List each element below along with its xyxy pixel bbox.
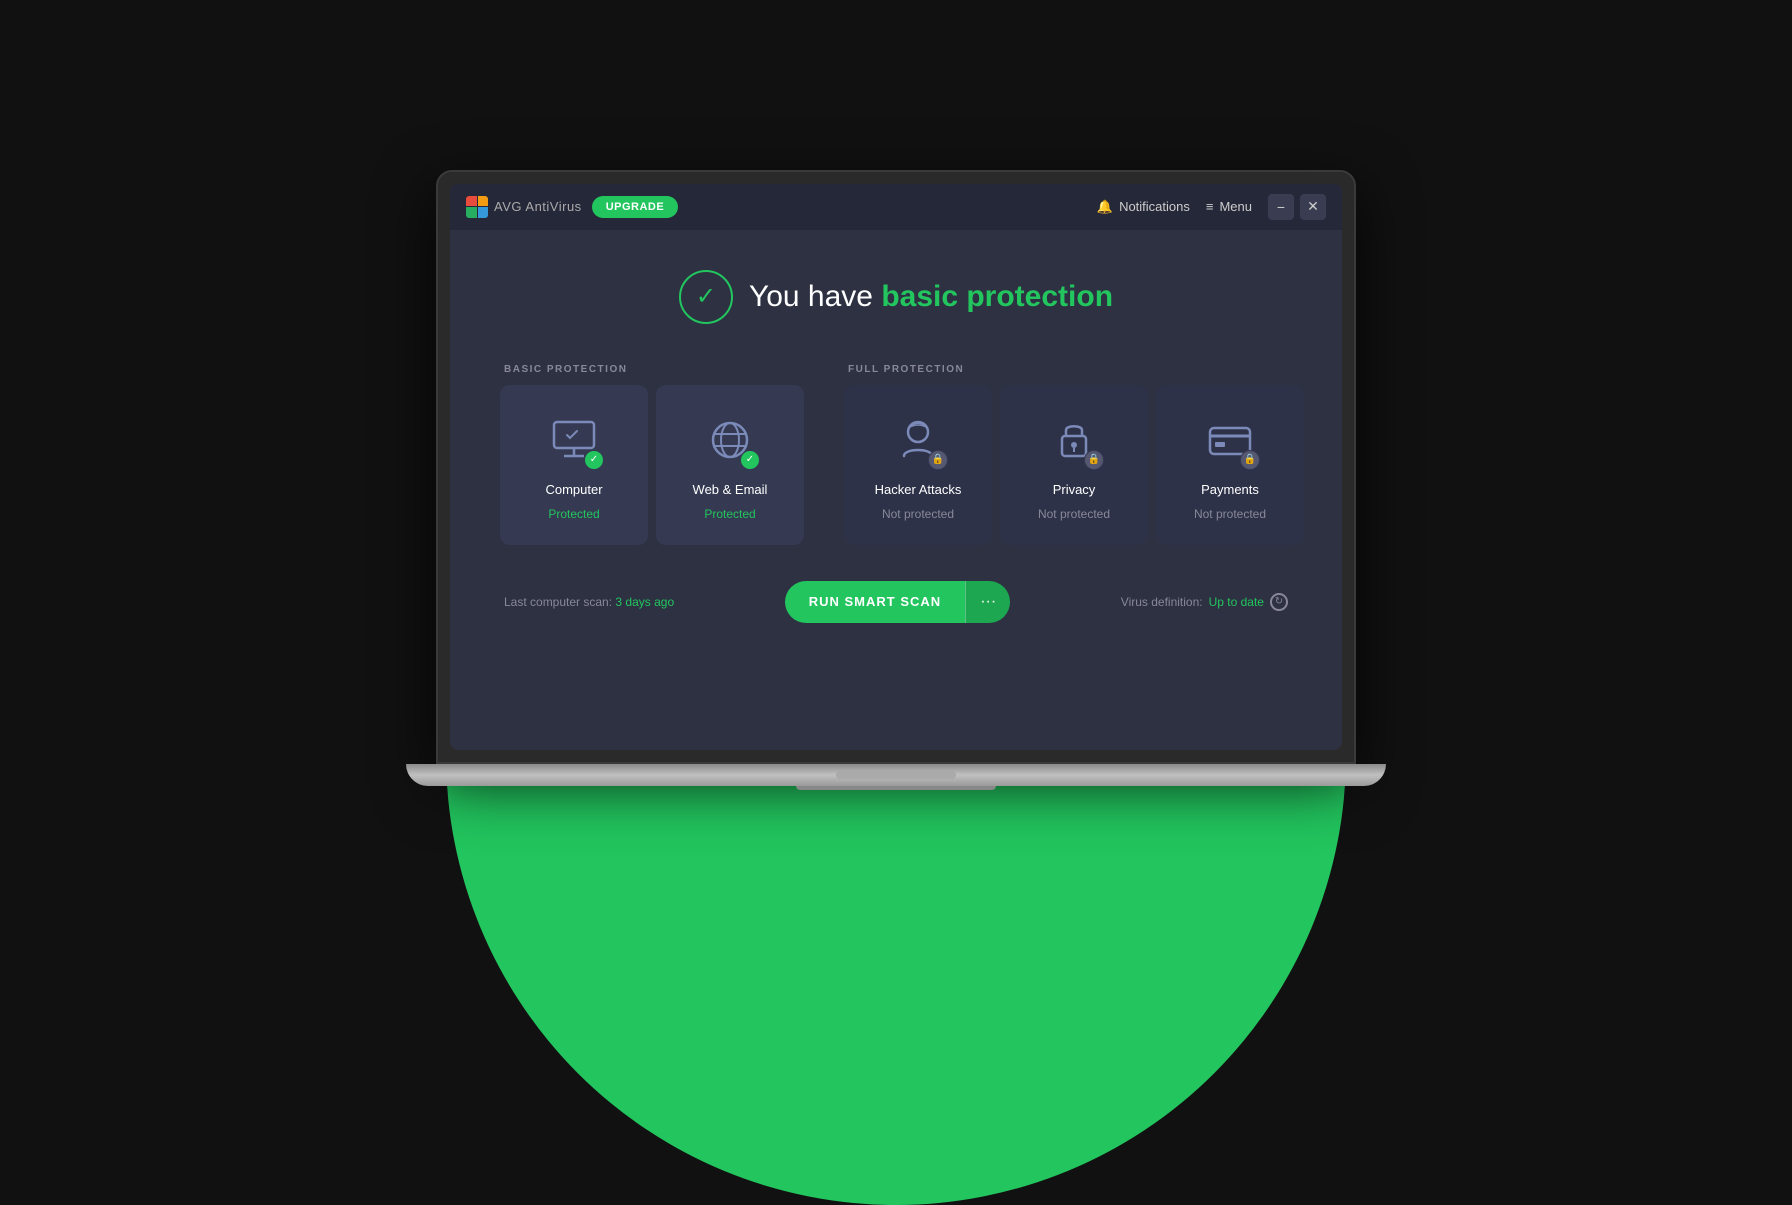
- privacy-icon-wrapper: 🔒: [1042, 408, 1106, 472]
- avg-icon: [466, 196, 488, 218]
- computer-card-name: Computer: [545, 482, 602, 498]
- hacker-badge: 🔒: [928, 450, 948, 470]
- payments-card-name: Payments: [1201, 482, 1259, 498]
- avg-product-name: AntiVirus: [522, 199, 582, 214]
- titlebar-right: 🔔 Notifications ≡ Menu − ✕: [1097, 194, 1326, 220]
- screen-inner: AVG AntiVirus UPGRADE 🔔 Notifications ≡ …: [450, 184, 1342, 750]
- notifications-label: Notifications: [1119, 199, 1190, 214]
- payments-card-status: Not protected: [1194, 507, 1266, 521]
- run-smart-scan-button[interactable]: RUN SMART SCAN: [785, 582, 965, 621]
- hero-accent: basic protection: [881, 280, 1113, 313]
- menu-button[interactable]: ≡ Menu: [1206, 199, 1252, 214]
- payments-icon-wrapper: 🔒: [1198, 408, 1262, 472]
- privacy-card-status: Not protected: [1038, 507, 1110, 521]
- virus-def-status: Up to date: [1209, 595, 1264, 609]
- full-cards-row: 🔒 Hacker Attacks Not protected: [844, 385, 1304, 545]
- web-email-card[interactable]: ✓ Web & Email Protected: [656, 385, 804, 545]
- menu-icon: ≡: [1206, 199, 1214, 214]
- privacy-card-name: Privacy: [1053, 482, 1096, 498]
- payments-badge: 🔒: [1240, 450, 1260, 470]
- computer-card[interactable]: ✓ Computer Protected: [500, 385, 648, 545]
- upgrade-button[interactable]: UPGRADE: [592, 196, 679, 218]
- web-email-card-status: Protected: [704, 507, 755, 521]
- computer-badge: ✓: [584, 450, 604, 470]
- hacker-card-name: Hacker Attacks: [875, 482, 962, 498]
- laptop-screen: AVG AntiVirus UPGRADE 🔔 Notifications ≡ …: [436, 170, 1356, 764]
- basic-protection-label: BASIC PROTECTION: [500, 364, 804, 375]
- window-controls: − ✕: [1268, 194, 1326, 220]
- avg-brand-text: AVG AntiVirus: [494, 199, 582, 214]
- laptop-base-inner: [836, 771, 956, 779]
- computer-card-status: Protected: [548, 507, 599, 521]
- hero-text: You have basic protection: [749, 280, 1113, 314]
- hero-prefix: You have: [749, 280, 881, 313]
- computer-icon-wrapper: ✓: [542, 408, 606, 472]
- full-protection-section: FULL PROTECTION: [844, 364, 1304, 545]
- payments-card[interactable]: 🔒 Payments Not protected: [1156, 385, 1304, 545]
- notifications-button[interactable]: 🔔 Notifications: [1097, 199, 1190, 215]
- hero-check-icon: ✓: [679, 270, 733, 324]
- basic-cards-row: ✓ Computer Protected: [500, 385, 804, 545]
- refresh-button[interactable]: ↻: [1270, 593, 1288, 611]
- hacker-attacks-card[interactable]: 🔒 Hacker Attacks Not protected: [844, 385, 992, 545]
- protection-area: BASIC PROTECTION: [500, 364, 1292, 545]
- laptop-base: [406, 764, 1386, 786]
- privacy-badge: 🔒: [1084, 450, 1104, 470]
- titlebar: AVG AntiVirus UPGRADE 🔔 Notifications ≡ …: [450, 184, 1342, 230]
- scan-more-label: ···: [980, 593, 996, 611]
- web-email-card-name: Web & Email: [693, 482, 768, 498]
- laptop-wrapper: AVG AntiVirus UPGRADE 🔔 Notifications ≡ …: [406, 170, 1386, 786]
- bottom-bar: Last computer scan: 3 days ago RUN SMART…: [500, 581, 1292, 623]
- virus-def-label: Virus definition:: [1121, 595, 1203, 609]
- web-email-badge: ✓: [740, 450, 760, 470]
- menu-label: Menu: [1219, 199, 1252, 214]
- scan-more-button[interactable]: ···: [965, 581, 1010, 623]
- scan-button-group: RUN SMART SCAN ···: [785, 581, 1010, 623]
- last-scan-info: Last computer scan: 3 days ago: [504, 595, 674, 609]
- titlebar-left: AVG AntiVirus UPGRADE: [466, 196, 678, 218]
- virus-definition-info: Virus definition: Up to date ↻: [1121, 593, 1288, 611]
- bell-icon: 🔔: [1097, 199, 1113, 215]
- privacy-card[interactable]: 🔒 Privacy Not protected: [1000, 385, 1148, 545]
- close-button[interactable]: ✕: [1300, 194, 1326, 220]
- hero-section: ✓ You have basic protection: [500, 270, 1292, 324]
- avg-logo: AVG AntiVirus: [466, 196, 582, 218]
- last-scan-value: 3 days ago: [615, 595, 674, 609]
- minimize-button[interactable]: −: [1268, 194, 1294, 220]
- basic-protection-section: BASIC PROTECTION: [500, 364, 804, 545]
- last-scan-label: Last computer scan:: [504, 595, 612, 609]
- main-content: ✓ You have basic protection BASIC PROTEC…: [450, 230, 1342, 750]
- full-protection-label: FULL PROTECTION: [844, 364, 1304, 375]
- web-email-icon-wrapper: ✓: [698, 408, 762, 472]
- avg-brand-name: AVG: [494, 199, 522, 214]
- hacker-card-status: Not protected: [882, 507, 954, 521]
- hacker-icon-wrapper: 🔒: [886, 408, 950, 472]
